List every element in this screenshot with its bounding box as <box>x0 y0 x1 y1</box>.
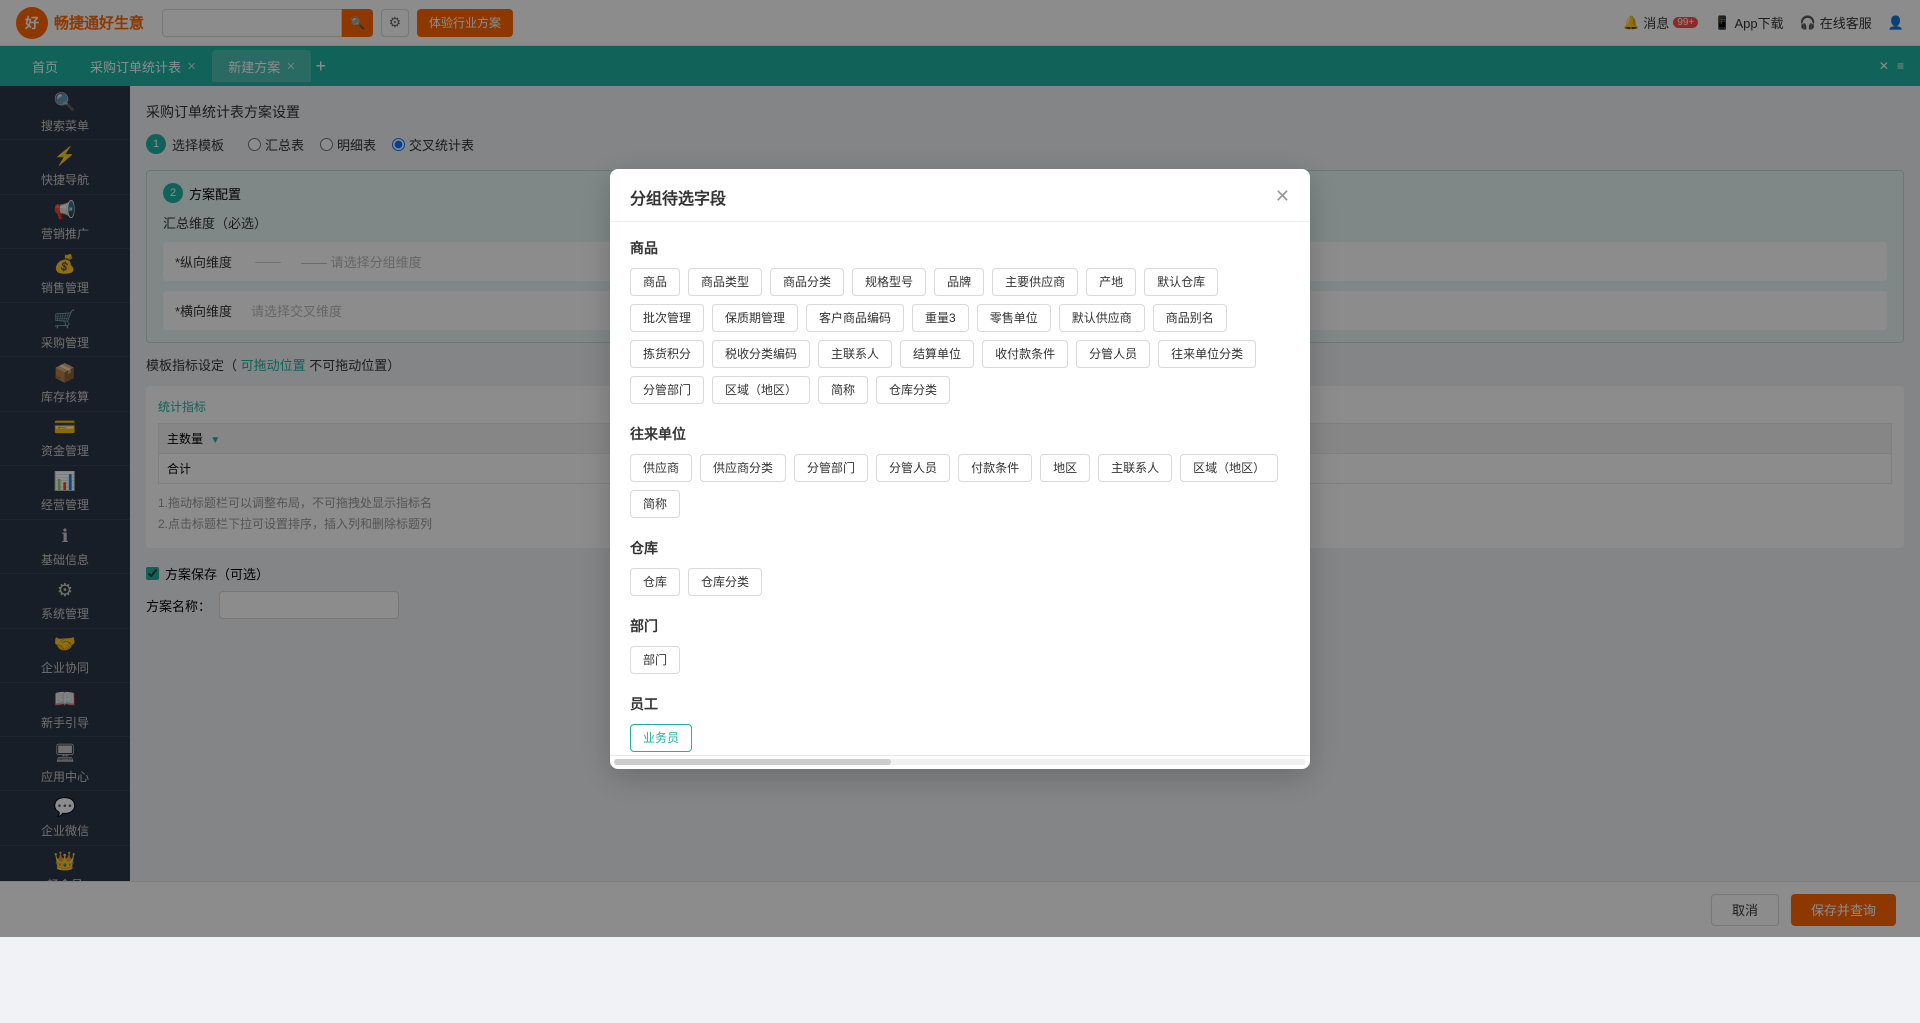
counterpart-group-title: 往来单位 <box>630 424 1290 444</box>
field-tag-cp-8[interactable]: 简称 <box>630 490 680 518</box>
field-tag-dept-0[interactable]: 部门 <box>630 646 680 674</box>
field-tag-goods-25[interactable]: 仓库分类 <box>876 376 950 404</box>
field-group-goods: 商品 商品 商品类型 商品分类 规格型号 品牌 主要供应商 产地 默认仓库 批次… <box>630 238 1290 404</box>
field-tag-cp-2[interactable]: 分管部门 <box>794 454 868 482</box>
field-tag-staff-0[interactable]: 业务员 <box>630 724 692 752</box>
field-tag-wh-0[interactable]: 仓库 <box>630 568 680 596</box>
modal-overlay: 分组待选字段 ✕ 商品 商品 商品类型 商品分类 规格型号 品牌 主要供应商 产… <box>0 0 1920 937</box>
modal-header: 分组待选字段 ✕ <box>610 169 1310 222</box>
field-tag-goods-5[interactable]: 主要供应商 <box>992 268 1078 296</box>
field-tag-goods-6[interactable]: 产地 <box>1086 268 1136 296</box>
field-tag-cp-1[interactable]: 供应商分类 <box>700 454 786 482</box>
field-tag-goods-11[interactable]: 重量3 <box>912 304 969 332</box>
modal-title: 分组待选字段 <box>630 185 726 209</box>
field-tag-goods-12[interactable]: 零售单位 <box>977 304 1051 332</box>
field-group-warehouse: 仓库 仓库 仓库分类 <box>630 538 1290 596</box>
field-tag-cp-0[interactable]: 供应商 <box>630 454 692 482</box>
field-tag-goods-2[interactable]: 商品分类 <box>770 268 844 296</box>
hscroll-track <box>614 759 1306 765</box>
modal-close-button[interactable]: ✕ <box>1275 186 1290 207</box>
field-tag-goods-21[interactable]: 往来单位分类 <box>1158 340 1256 368</box>
field-tag-cp-7[interactable]: 区域（地区） <box>1180 454 1278 482</box>
field-tag-goods-22[interactable]: 分管部门 <box>630 376 704 404</box>
field-tag-goods-14[interactable]: 商品别名 <box>1153 304 1227 332</box>
field-tag-goods-7[interactable]: 默认仓库 <box>1144 268 1218 296</box>
modal-hscroll[interactable] <box>610 755 1310 769</box>
field-tag-goods-15[interactable]: 拣货积分 <box>630 340 704 368</box>
staff-tags: 业务员 <box>630 724 1290 752</box>
field-tag-cp-3[interactable]: 分管人员 <box>876 454 950 482</box>
field-tag-cp-5[interactable]: 地区 <box>1040 454 1090 482</box>
staff-group-title: 员工 <box>630 694 1290 714</box>
dept-tags: 部门 <box>630 646 1290 674</box>
field-tag-goods-9[interactable]: 保质期管理 <box>712 304 798 332</box>
field-tag-goods-0[interactable]: 商品 <box>630 268 680 296</box>
field-tag-goods-23[interactable]: 区域（地区） <box>712 376 810 404</box>
hscroll-thumb[interactable] <box>614 759 891 765</box>
field-tag-cp-4[interactable]: 付款条件 <box>958 454 1032 482</box>
field-tag-goods-20[interactable]: 分管人员 <box>1076 340 1150 368</box>
modal: 分组待选字段 ✕ 商品 商品 商品类型 商品分类 规格型号 品牌 主要供应商 产… <box>610 169 1310 769</box>
field-group-dept: 部门 部门 <box>630 616 1290 674</box>
warehouse-tags: 仓库 仓库分类 <box>630 568 1290 596</box>
field-tag-goods-17[interactable]: 主联系人 <box>818 340 892 368</box>
field-group-counterpart: 往来单位 供应商 供应商分类 分管部门 分管人员 付款条件 地区 主联系人 区域… <box>630 424 1290 518</box>
field-tag-goods-8[interactable]: 批次管理 <box>630 304 704 332</box>
goods-group-title: 商品 <box>630 238 1290 258</box>
field-tag-goods-13[interactable]: 默认供应商 <box>1059 304 1145 332</box>
field-tag-goods-19[interactable]: 收付款条件 <box>982 340 1068 368</box>
field-tag-goods-10[interactable]: 客户商品编码 <box>806 304 904 332</box>
field-tag-goods-4[interactable]: 品牌 <box>934 268 984 296</box>
field-tag-wh-1[interactable]: 仓库分类 <box>688 568 762 596</box>
warehouse-group-title: 仓库 <box>630 538 1290 558</box>
field-tag-cp-6[interactable]: 主联系人 <box>1098 454 1172 482</box>
field-group-staff: 员工 业务员 <box>630 694 1290 752</box>
dept-group-title: 部门 <box>630 616 1290 636</box>
field-tag-goods-16[interactable]: 税收分类编码 <box>712 340 810 368</box>
goods-tags: 商品 商品类型 商品分类 规格型号 品牌 主要供应商 产地 默认仓库 批次管理 … <box>630 268 1290 404</box>
field-tag-goods-1[interactable]: 商品类型 <box>688 268 762 296</box>
field-tag-goods-24[interactable]: 简称 <box>818 376 868 404</box>
counterpart-tags: 供应商 供应商分类 分管部门 分管人员 付款条件 地区 主联系人 区域（地区） … <box>630 454 1290 518</box>
field-tag-goods-18[interactable]: 结算单位 <box>900 340 974 368</box>
modal-body[interactable]: 商品 商品 商品类型 商品分类 规格型号 品牌 主要供应商 产地 默认仓库 批次… <box>610 222 1310 755</box>
field-tag-goods-3[interactable]: 规格型号 <box>852 268 926 296</box>
